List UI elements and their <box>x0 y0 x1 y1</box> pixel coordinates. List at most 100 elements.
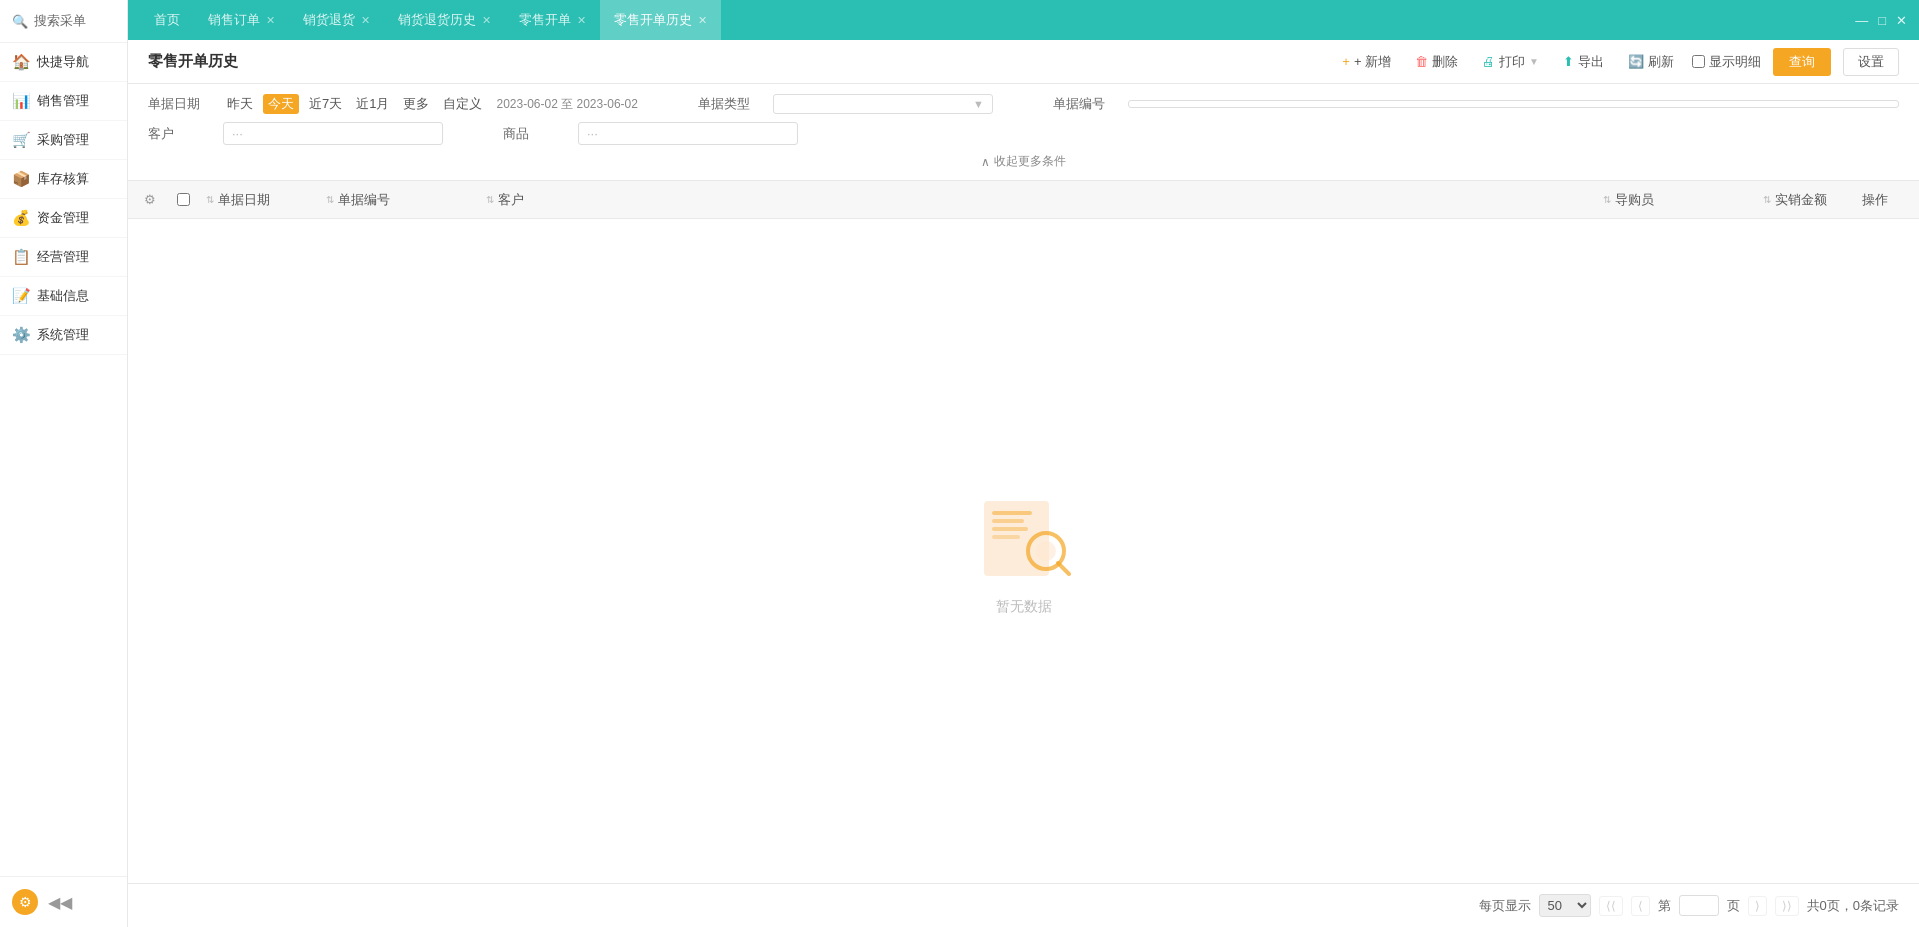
nav-close-icon[interactable]: ✕ <box>1896 13 1907 28</box>
query-button[interactable]: 查询 <box>1773 48 1831 76</box>
dropdown-icon: ▼ <box>973 98 984 110</box>
customer-input[interactable]: ··· <box>223 122 443 145</box>
svg-point-7 <box>1036 541 1056 561</box>
table-header: ⚙ ⇅ 单据日期 ⇅ 单据编号 ⇅ 客户 ⇅ 导购员 ⇅ 实销金额 <box>128 181 1919 219</box>
sidebar-item-basic-info[interactable]: 📝 基础信息 <box>0 277 127 316</box>
select-all-checkbox[interactable] <box>168 193 198 206</box>
sidebar-item-label: 采购管理 <box>37 131 89 149</box>
box-icon: 📦 <box>12 170 31 188</box>
doc-icon: 📝 <box>12 287 31 305</box>
sidebar-item-label: 销售管理 <box>37 92 89 110</box>
export-icon: ⬆ <box>1563 54 1574 69</box>
tab-sales-return[interactable]: 销货退货 ✕ <box>289 0 384 40</box>
sidebar-item-purchase-mgmt[interactable]: 🛒 采购管理 <box>0 121 127 160</box>
sidebar-footer: ⚙ ◀◀ <box>0 876 127 927</box>
date-more[interactable]: 更多 <box>399 94 433 114</box>
date-today[interactable]: 今天 <box>263 94 299 114</box>
pagination: 每页显示 50 100 200 ⟨⟨ ⟨ 第 1 页 ⟩ ⟩⟩ 共0页，0条记录 <box>128 883 1919 927</box>
collapse-sidebar-button[interactable]: ◀◀ <box>48 893 72 912</box>
sort-icon: ⇅ <box>1603 194 1611 205</box>
tab-sales-return-history[interactable]: 销货退货历史 ✕ <box>384 0 505 40</box>
display-detail-label[interactable]: 显示明细 <box>1692 53 1761 71</box>
tab-retail-open-history[interactable]: 零售开单历史 ✕ <box>600 0 721 40</box>
tab-close-icon[interactable]: ✕ <box>482 14 491 27</box>
sidebar-item-label: 基础信息 <box>37 287 89 305</box>
main-content: 首页 销售订单 ✕ 销货退货 ✕ 销货退货历史 ✕ 零售开单 ✕ 零售开单历史 … <box>128 0 1919 927</box>
top-nav-right: — □ ✕ <box>1855 13 1907 28</box>
page-number-input[interactable]: 1 <box>1679 895 1719 916</box>
sidebar-item-sales-mgmt[interactable]: 📊 销售管理 <box>0 82 127 121</box>
top-nav: 首页 销售订单 ✕ 销货退货 ✕ 销货退货历史 ✕ 零售开单 ✕ 零售开单历史 … <box>128 0 1919 40</box>
th-num[interactable]: ⇅ 单据编号 <box>318 191 478 209</box>
tab-retail-open[interactable]: 零售开单 ✕ <box>505 0 600 40</box>
last-page-button[interactable]: ⟩⟩ <box>1775 896 1799 916</box>
sidebar-item-quick-nav[interactable]: 🏠 快捷导航 <box>0 43 127 82</box>
date-custom[interactable]: 自定义 <box>439 94 486 114</box>
sidebar-item-operations[interactable]: 📋 经营管理 <box>0 238 127 277</box>
delete-icon: 🗑 <box>1415 54 1428 69</box>
tab-close-icon[interactable]: ✕ <box>361 14 370 27</box>
nav-maximize-icon[interactable]: □ <box>1878 13 1886 28</box>
sidebar-search[interactable]: 🔍 搜索采单 <box>0 0 127 43</box>
th-date[interactable]: ⇅ 单据日期 <box>198 191 318 209</box>
th-amount[interactable]: ⇅ 实销金额 <box>1715 191 1835 209</box>
date-last7[interactable]: 近7天 <box>305 94 346 114</box>
toolbar: 零售开单历史 + + 新增 🗑 删除 🖨 打印 ▼ ⬆ 导出 🔄 刷新 <box>128 40 1919 84</box>
collapse-more-button[interactable]: ∧ 收起更多条件 <box>148 153 1899 170</box>
print-button[interactable]: 🖨 打印 ▼ <box>1476 49 1545 75</box>
tab-home[interactable]: 首页 <box>140 0 194 40</box>
bill-num-input[interactable] <box>1128 100 1899 108</box>
export-button[interactable]: ⬆ 导出 <box>1557 49 1610 75</box>
filter-row-2: 客户 ··· 商品 ··· <box>148 122 1899 145</box>
first-page-button[interactable]: ⟨⟨ <box>1599 896 1623 916</box>
goods-input[interactable]: ··· <box>578 122 798 145</box>
date-options: 昨天 今天 近7天 近1月 更多 自定义 2023-06-02 至 2023-0… <box>223 94 638 114</box>
print-icon: 🖨 <box>1482 54 1495 69</box>
home-icon: 🏠 <box>12 53 31 71</box>
cart-icon: 🛒 <box>12 131 31 149</box>
sidebar-item-inventory[interactable]: 📦 库存核算 <box>0 160 127 199</box>
settings-button[interactable]: ⚙ <box>12 889 38 915</box>
prev-page-button[interactable]: ⟨ <box>1631 896 1650 916</box>
column-settings-icon[interactable]: ⚙ <box>132 192 168 207</box>
clipboard-icon: 📋 <box>12 248 31 266</box>
customer-label: 客户 <box>148 125 203 143</box>
th-guide[interactable]: ⇅ 导购员 <box>1595 191 1715 209</box>
nav-minimize-icon[interactable]: — <box>1855 13 1868 28</box>
page-label-after: 页 <box>1727 897 1740 915</box>
per-page-label: 每页显示 <box>1479 897 1531 915</box>
sidebar-item-label: 资金管理 <box>37 209 89 227</box>
bill-type-select[interactable]: ▼ <box>773 94 993 114</box>
svg-rect-1 <box>992 511 1032 515</box>
sidebar-item-label: 库存核算 <box>37 170 89 188</box>
sidebar-item-finance[interactable]: 💰 资金管理 <box>0 199 127 238</box>
display-detail-checkbox[interactable] <box>1692 55 1705 68</box>
money-icon: 💰 <box>12 209 31 227</box>
header-checkbox[interactable] <box>177 193 190 206</box>
tab-sales-order[interactable]: 销售订单 ✕ <box>194 0 289 40</box>
toolbar-actions: + + 新增 🗑 删除 🖨 打印 ▼ ⬆ 导出 🔄 刷新 显 <box>1336 48 1899 76</box>
customer-dots: ··· <box>232 126 243 141</box>
sidebar-item-sys-mgmt[interactable]: ⚙️ 系统管理 <box>0 316 127 355</box>
svg-rect-3 <box>992 527 1028 531</box>
empty-text: 暂无数据 <box>996 598 1052 616</box>
date-yesterday[interactable]: 昨天 <box>223 94 257 114</box>
sort-icon: ⇅ <box>486 194 494 205</box>
bill-num-label: 单据编号 <box>1053 95 1108 113</box>
th-customer[interactable]: ⇅ 客户 <box>478 191 1595 209</box>
tab-close-icon[interactable]: ✕ <box>266 14 275 27</box>
sort-icon: ⇅ <box>206 194 214 205</box>
print-dropdown-icon: ▼ <box>1529 56 1539 67</box>
per-page-select[interactable]: 50 100 200 <box>1539 894 1591 917</box>
date-last-month[interactable]: 近1月 <box>352 94 393 114</box>
tab-close-icon[interactable]: ✕ <box>577 14 586 27</box>
next-page-button[interactable]: ⟩ <box>1748 896 1767 916</box>
svg-rect-2 <box>992 519 1024 523</box>
tab-close-icon[interactable]: ✕ <box>698 14 707 27</box>
refresh-button[interactable]: 🔄 刷新 <box>1622 49 1680 75</box>
filter-area: 单据日期 昨天 今天 近7天 近1月 更多 自定义 2023-06-02 至 2… <box>128 84 1919 181</box>
add-button[interactable]: + + 新增 <box>1336 49 1397 75</box>
delete-button[interactable]: 🗑 删除 <box>1409 49 1464 75</box>
table-area: ⚙ ⇅ 单据日期 ⇅ 单据编号 ⇅ 客户 ⇅ 导购员 ⇅ 实销金额 <box>128 181 1919 883</box>
settings-button[interactable]: 设置 <box>1843 48 1899 76</box>
